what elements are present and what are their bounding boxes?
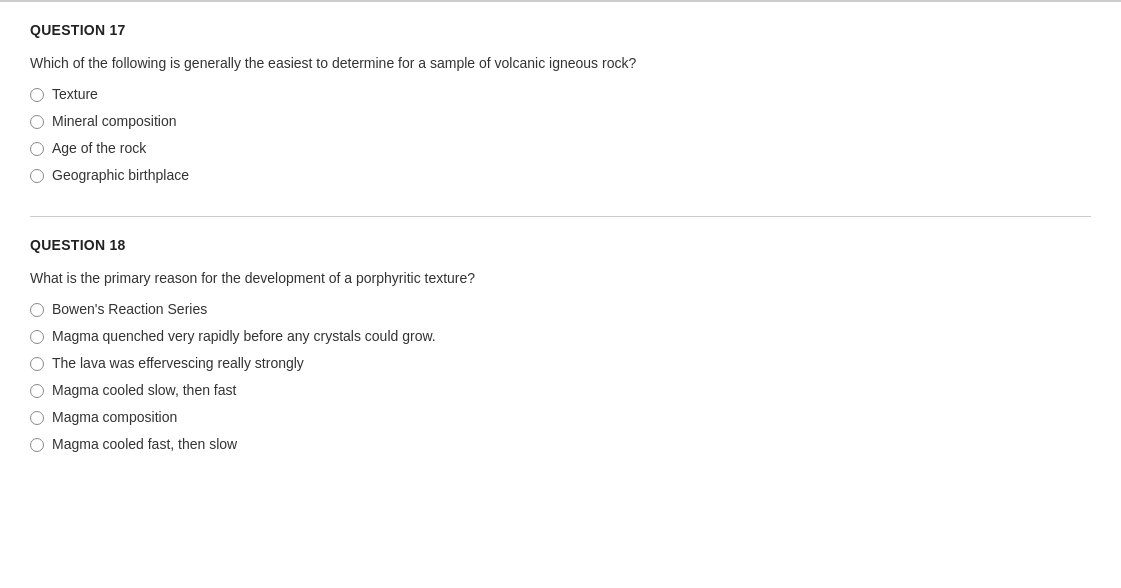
list-item: Texture xyxy=(30,84,1091,105)
option-label: Texture xyxy=(52,84,98,105)
list-item: The lava was effervescing really strongl… xyxy=(30,353,1091,374)
question-18-text: What is the primary reason for the devel… xyxy=(30,268,1091,289)
radio-option-q17-1[interactable] xyxy=(30,115,44,129)
question-17-text: Which of the following is generally the … xyxy=(30,53,1091,74)
page-container: QUESTION 17 Which of the following is ge… xyxy=(0,0,1121,588)
option-label: Magma cooled fast, then slow xyxy=(52,434,237,455)
option-label: Magma quenched very rapidly before any c… xyxy=(52,326,436,347)
radio-option-q17-0[interactable] xyxy=(30,88,44,102)
option-label: The lava was effervescing really strongl… xyxy=(52,353,304,374)
list-item: Bowen's Reaction Series xyxy=(30,299,1091,320)
question-18-block: QUESTION 18 What is the primary reason f… xyxy=(0,217,1121,485)
radio-option-q18-0[interactable] xyxy=(30,303,44,317)
radio-option-q18-5[interactable] xyxy=(30,438,44,452)
option-label: Mineral composition xyxy=(52,111,177,132)
question-17-label: QUESTION 17 xyxy=(30,20,1091,41)
list-item: Magma quenched very rapidly before any c… xyxy=(30,326,1091,347)
radio-option-q18-1[interactable] xyxy=(30,330,44,344)
option-label: Age of the rock xyxy=(52,138,146,159)
list-item: Geographic birthplace xyxy=(30,165,1091,186)
list-item: Mineral composition xyxy=(30,111,1091,132)
radio-option-q18-2[interactable] xyxy=(30,357,44,371)
radio-option-q18-4[interactable] xyxy=(30,411,44,425)
radio-option-q17-2[interactable] xyxy=(30,142,44,156)
list-item: Magma composition xyxy=(30,407,1091,428)
radio-option-q18-3[interactable] xyxy=(30,384,44,398)
question-17-options: Texture Mineral composition Age of the r… xyxy=(30,84,1091,186)
list-item: Magma cooled fast, then slow xyxy=(30,434,1091,455)
option-label: Bowen's Reaction Series xyxy=(52,299,207,320)
question-18-label: QUESTION 18 xyxy=(30,235,1091,256)
option-label: Geographic birthplace xyxy=(52,165,189,186)
list-item: Magma cooled slow, then fast xyxy=(30,380,1091,401)
option-label: Magma composition xyxy=(52,407,177,428)
question-17-block: QUESTION 17 Which of the following is ge… xyxy=(0,2,1121,216)
option-label: Magma cooled slow, then fast xyxy=(52,380,236,401)
question-18-options: Bowen's Reaction Series Magma quenched v… xyxy=(30,299,1091,455)
radio-option-q17-3[interactable] xyxy=(30,169,44,183)
list-item: Age of the rock xyxy=(30,138,1091,159)
